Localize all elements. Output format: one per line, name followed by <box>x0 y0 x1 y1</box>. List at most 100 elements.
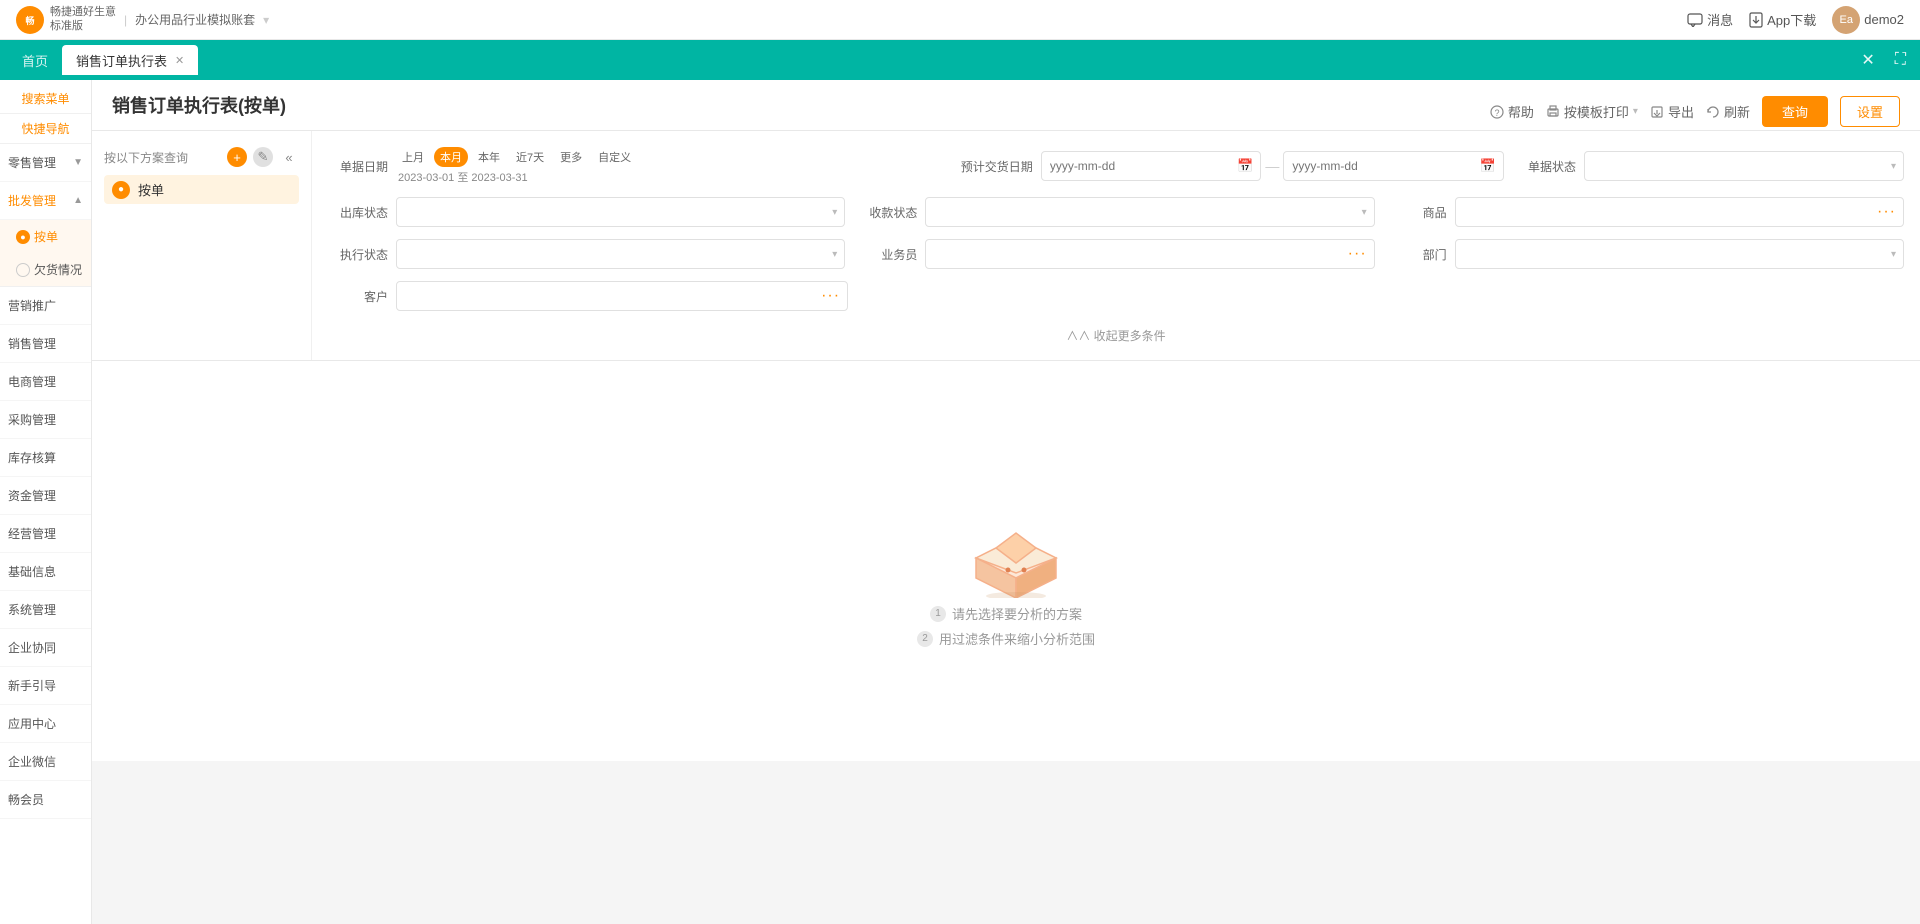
product-label: 商品 <box>1387 204 1447 221</box>
query-button[interactable]: 查询 <box>1762 96 1828 127</box>
sidebar-item-newbie[interactable]: 新手引导 <box>0 667 91 705</box>
plan-item-press[interactable]: ● 按单 <box>104 175 299 204</box>
tab-home[interactable]: 首页 <box>8 45 62 75</box>
sidebar-item-corp[interactable]: 企业协同 <box>0 629 91 667</box>
export-button[interactable]: 导出 <box>1650 102 1694 121</box>
date-tab-7days[interactable]: 近7天 <box>510 147 550 167</box>
doc-status-label: 单据状态 <box>1516 158 1576 175</box>
delivery-start-wrap: 📅 <box>1041 151 1262 181</box>
execution-status-label: 执行状态 <box>328 246 388 263</box>
top-header: 畅 畅捷通好生意 标准版 | 办公用品行业模拟账套 ▾ 消息 App下载 Ea … <box>0 0 1920 40</box>
sidebar-item-sales[interactable]: 销售管理 <box>0 325 91 363</box>
date-tab-last-month[interactable]: 上月 <box>396 147 430 167</box>
filter-plan-section: 按以下方案查询 + ✎ « ● 按单 <box>92 131 312 360</box>
logo-icon: 畅 <box>16 6 44 34</box>
execution-status-select[interactable] <box>396 239 845 269</box>
message-icon <box>1687 13 1703 27</box>
refresh-button[interactable]: 刷新 <box>1706 102 1750 121</box>
tab-close-window-button[interactable]: ✕ <box>1855 48 1880 72</box>
sidebar-item-finance[interactable]: 资金管理 <box>0 477 91 515</box>
department-label: 部门 <box>1387 246 1447 263</box>
sidebar-item-ecommerce[interactable]: 电商管理 <box>0 363 91 401</box>
settings-button[interactable]: 设置 <box>1840 96 1900 127</box>
out-warehouse-select[interactable] <box>396 197 845 227</box>
date-tab-this-month[interactable]: 本月 <box>434 147 468 167</box>
execution-status-field: 执行状态 ▾ <box>328 239 845 269</box>
collapse-arrow-icon: ∧∧ <box>1066 329 1090 343</box>
page-title: 销售订单执行表(按单) <box>112 92 286 130</box>
filter-row-4: 客户 ··· <box>328 281 1904 311</box>
sidebar-item-inventory[interactable]: 库存核算 <box>0 439 91 477</box>
single-date-field: 单据日期 上月 本月 本年 近7天 更多 自定义 2023-03-01 至 20… <box>328 147 949 185</box>
sidebar-item-wechat[interactable]: 企业微信 <box>0 743 91 781</box>
date-tab-more[interactable]: 更多 <box>554 147 588 167</box>
doc-status-field: 单据状态 ▾ <box>1516 151 1904 181</box>
product-field: 商品 ··· <box>1387 197 1904 227</box>
user-menu[interactable]: Ea demo2 <box>1832 6 1904 34</box>
sidebar-item-wholesale[interactable]: 批发管理 ▲ <box>0 182 91 220</box>
help-button[interactable]: ? 帮助 <box>1490 102 1534 121</box>
single-date-label: 单据日期 <box>328 158 388 175</box>
empty-text-1: 1 请先选择要分析的方案 <box>930 604 1082 623</box>
dropdown-arrow[interactable]: ▾ <box>263 13 269 27</box>
sidebar-item-appstore[interactable]: 应用中心 <box>0 705 91 743</box>
empty-text-2: 2 用过滤条件来缩小分析范围 <box>917 629 1095 648</box>
export-icon <box>1650 105 1664 119</box>
print-icon <box>1546 105 1560 119</box>
tab-sales-order-label: 销售订单执行表 <box>76 51 167 70</box>
sidebar-item-purchase[interactable]: 采购管理 <box>0 401 91 439</box>
page-header-actions: ? 帮助 按模板打印 ▾ 导出 刷新 查询 设置 <box>1490 92 1900 127</box>
date-range-separator: — <box>1265 158 1279 174</box>
date-tab-custom[interactable]: 自定义 <box>592 147 637 167</box>
refresh-icon <box>1706 105 1720 119</box>
sidebar-item-system[interactable]: 系统管理 <box>0 591 91 629</box>
add-plan-button[interactable]: + <box>227 147 247 167</box>
sidebar-quick-nav[interactable]: 快捷导航 <box>0 114 91 144</box>
doc-status-select[interactable] <box>1584 151 1904 181</box>
date-range-display: 2023-03-01 至 2023-03-31 <box>396 169 949 185</box>
tab-expand-button[interactable]: ⛶ <box>1889 49 1912 71</box>
salesperson-field: 业务员 ··· <box>857 239 1374 269</box>
out-warehouse-label: 出库状态 <box>328 204 388 221</box>
department-select[interactable] <box>1455 239 1904 269</box>
wholesale-arrow-icon: ▲ <box>73 195 83 206</box>
collapse-plan-button[interactable]: « <box>279 147 299 167</box>
sidebar-item-member[interactable]: 畅会员 <box>0 781 91 819</box>
collection-status-select[interactable] <box>925 197 1374 227</box>
edit-plan-button[interactable]: ✎ <box>253 147 273 167</box>
salesperson-input[interactable] <box>925 239 1374 269</box>
message-button[interactable]: 消息 <box>1687 10 1733 29</box>
delivery-start-input[interactable] <box>1041 151 1262 181</box>
logo-area[interactable]: 畅 畅捷通好生意 标准版 <box>16 6 116 34</box>
sidebar-item-retail[interactable]: 零售管理 ▼ <box>0 144 91 182</box>
tab-home-label: 首页 <box>22 51 48 70</box>
tab-close-icon[interactable]: ✕ <box>175 54 184 67</box>
doc-status-select-wrap: ▾ <box>1584 151 1904 181</box>
submenu-debt[interactable]: 欠货情况 <box>0 253 91 286</box>
breadcrumb[interactable]: 办公用品行业模拟账套 <box>135 11 255 28</box>
tab-sales-order[interactable]: 销售订单执行表 ✕ <box>62 45 198 75</box>
expected-delivery-field: 预计交货日期 📅 — 📅 <box>961 151 1504 181</box>
product-input[interactable] <box>1455 197 1904 227</box>
header-left: 畅 畅捷通好生意 标准版 | 办公用品行业模拟账套 ▾ <box>16 6 269 34</box>
sidebar-item-marketing[interactable]: 营销推广 <box>0 287 91 325</box>
content-area: 销售订单执行表(按单) ? 帮助 按模板打印 ▾ 导出 刷新 <box>92 80 1920 924</box>
customer-input[interactable] <box>396 281 848 311</box>
print-arrow-icon: ▾ <box>1633 106 1638 117</box>
out-warehouse-select-wrap: ▾ <box>396 197 845 227</box>
date-tabs: 上月 本月 本年 近7天 更多 自定义 <box>396 147 949 167</box>
collapse-button[interactable]: ∧∧ 收起更多条件 <box>328 323 1904 352</box>
sidebar-search[interactable]: 搜索菜单 <box>0 80 91 114</box>
delivery-end-input[interactable] <box>1283 151 1504 181</box>
user-avatar: Ea <box>1832 6 1860 34</box>
filter-panel: 按以下方案查询 + ✎ « ● 按单 单据 <box>92 131 1920 361</box>
sidebar-item-operations[interactable]: 经营管理 <box>0 515 91 553</box>
app-download-button[interactable]: App下载 <box>1749 10 1816 29</box>
submenu-press[interactable]: ● 按单 <box>0 220 91 253</box>
print-button[interactable]: 按模板打印 ▾ <box>1546 102 1638 121</box>
app-download-icon <box>1749 12 1763 28</box>
collection-status-label: 收款状态 <box>857 204 917 221</box>
delivery-end-wrap: 📅 <box>1283 151 1504 181</box>
date-tab-this-year[interactable]: 本年 <box>472 147 506 167</box>
sidebar-item-basic[interactable]: 基础信息 <box>0 553 91 591</box>
